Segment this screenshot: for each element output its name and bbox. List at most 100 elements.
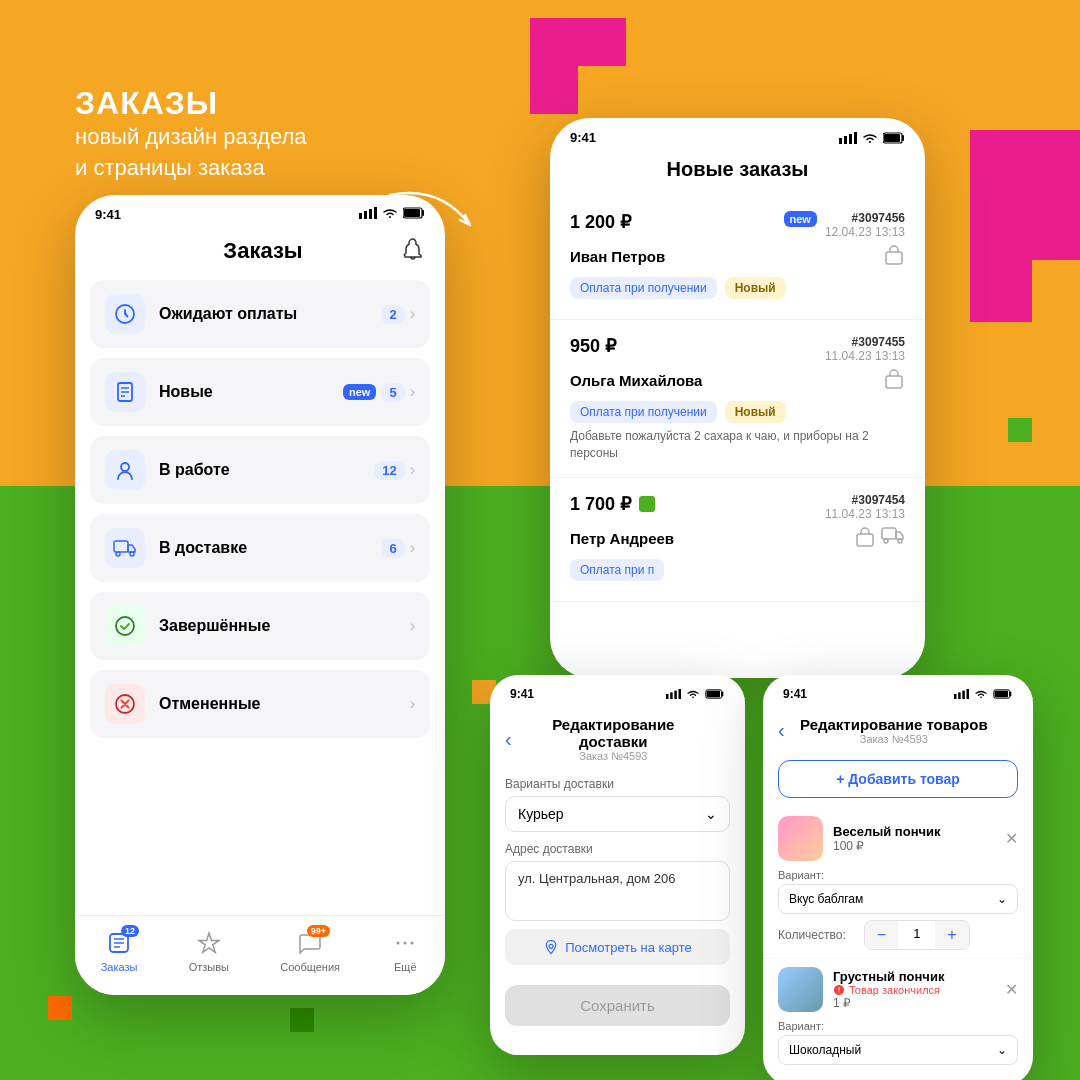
svg-point-11 bbox=[121, 463, 129, 471]
qty-row-1: Количество: − 1 + bbox=[778, 920, 1018, 950]
badge-waiting: 2 bbox=[381, 305, 404, 324]
tab-orders[interactable]: 12 Заказы bbox=[101, 929, 138, 973]
product-name-2: Грустный пончик bbox=[833, 969, 995, 984]
chevron-done: › bbox=[410, 617, 415, 635]
svg-point-21 bbox=[397, 941, 400, 944]
svg-rect-2 bbox=[369, 209, 372, 219]
bag-icon-2 bbox=[883, 368, 905, 393]
tag-payment-1: Оплата при получении bbox=[570, 277, 717, 299]
status-bar-2: 9:41 bbox=[550, 118, 925, 150]
status-time-1: 9:41 bbox=[95, 207, 121, 222]
tab-messages[interactable]: 99+ Сообщения bbox=[280, 929, 340, 973]
doc-icon-bg bbox=[105, 372, 145, 412]
tab-messages-icon: 99+ bbox=[296, 929, 324, 957]
delivery-select[interactable]: Курьер ⌄ bbox=[505, 796, 730, 832]
badge-delivery: 6 bbox=[381, 539, 404, 558]
tab-more[interactable]: Ещё bbox=[391, 929, 419, 973]
order-card-2[interactable]: 950 ₽ #3097455 11.04.23 13:13 Ольга Миха… bbox=[550, 320, 925, 478]
order-comment-2: Добавьте пожалуйста 2 сахара к чаю, и пр… bbox=[570, 428, 905, 462]
arrow-icon bbox=[380, 175, 500, 259]
add-product-button[interactable]: + Добавить товар bbox=[778, 760, 1018, 798]
status-time-3: 9:41 bbox=[510, 687, 534, 701]
phone4-title-block: Редактирование товаров Заказ №4593 bbox=[790, 716, 998, 745]
tab-reviews-label: Отзывы bbox=[189, 961, 229, 973]
map-button[interactable]: Посмотреть на карте bbox=[505, 929, 730, 965]
order-name-3: Петр Андреев bbox=[570, 526, 905, 551]
order-card-1[interactable]: 1 200 ₽ new #3097456 12.04.23 13:13 Иван… bbox=[550, 196, 925, 320]
pixel-green-1 bbox=[1008, 418, 1032, 442]
phone-edit-products: 9:41 ‹ Редактирование товаров Заказ №459… bbox=[763, 675, 1033, 1080]
out-of-stock-label: Товар закончился bbox=[849, 984, 940, 996]
svg-rect-1 bbox=[364, 211, 367, 219]
back-button-4[interactable]: ‹ bbox=[778, 719, 785, 742]
address-textarea[interactable]: ул. Центральная, дом 206 bbox=[505, 861, 730, 921]
svg-rect-45 bbox=[962, 691, 965, 699]
tag-payment-2: Оплата при получении bbox=[570, 401, 717, 423]
order-name-1: Иван Петров bbox=[570, 244, 905, 269]
product-item-2: Грустный пончик Товар закончился 1 ₽ ✕ В… bbox=[763, 959, 1033, 1080]
product-avatar-1 bbox=[778, 816, 823, 861]
svg-rect-37 bbox=[670, 692, 673, 699]
phone4-title: Редактирование товаров bbox=[790, 716, 998, 733]
qty-label-1: Количество: bbox=[778, 928, 846, 942]
category-done[interactable]: Завершённые › bbox=[90, 592, 430, 660]
qty-control-1: − 1 + bbox=[864, 920, 970, 950]
status-bar-3: 9:41 bbox=[490, 675, 745, 706]
category-cancelled-label: Отмененные bbox=[159, 695, 410, 713]
category-done-label: Завершённые bbox=[159, 617, 410, 635]
phone-orders-list: 9:41 Заказы Ожидают оплаты 2 bbox=[75, 195, 445, 995]
phone-new-orders: 9:41 Новые заказы 1 200 ₽ new #3097456 1… bbox=[550, 118, 925, 678]
clock-icon-bg bbox=[105, 294, 145, 334]
category-waiting-payment[interactable]: Ожидают оплаты 2 › bbox=[90, 280, 430, 348]
tab-reviews-icon bbox=[195, 929, 223, 957]
pixel-pink-r3 bbox=[1032, 198, 1080, 260]
category-new[interactable]: Новые new 5 › bbox=[90, 358, 430, 426]
new-orders-title: Новые заказы bbox=[550, 150, 925, 196]
header-title-regular: новый дизайн раздела и страницы заказа bbox=[75, 122, 307, 184]
pixel-pink-2 bbox=[530, 66, 578, 114]
svg-rect-24 bbox=[839, 138, 842, 144]
variant-select-2[interactable]: Шоколадный ⌄ bbox=[778, 1035, 1018, 1065]
back-button-3[interactable]: ‹ bbox=[505, 728, 512, 751]
category-delivery[interactable]: В доставке 6 › bbox=[90, 514, 430, 582]
badge-work: 12 bbox=[374, 461, 404, 480]
product-close-1[interactable]: ✕ bbox=[1005, 829, 1018, 848]
phone3-title: Редактирование доставки bbox=[517, 716, 710, 750]
svg-rect-31 bbox=[886, 376, 902, 388]
category-new-label: Новые bbox=[159, 383, 343, 401]
select-chevron-1: ⌄ bbox=[997, 892, 1007, 906]
svg-rect-46 bbox=[967, 689, 970, 699]
phone3-title-block: Редактирование доставки Заказ №4593 bbox=[517, 716, 710, 762]
tag-status-2: Новый bbox=[725, 401, 786, 423]
pixel-pink-3 bbox=[578, 18, 626, 66]
phone1-title: Заказы bbox=[125, 238, 401, 264]
category-in-work[interactable]: В работе 12 › bbox=[90, 436, 430, 504]
svg-rect-0 bbox=[359, 213, 362, 219]
truck-icon-3 bbox=[881, 526, 905, 551]
header-title-bold: ЗАКАЗЫ bbox=[75, 85, 307, 122]
category-cancelled[interactable]: Отмененные › bbox=[90, 670, 430, 738]
qty-plus-1[interactable]: + bbox=[935, 921, 968, 949]
phone3-header: ‹ Редактирование доставки Заказ №4593 bbox=[490, 706, 745, 767]
green-dot-3 bbox=[639, 496, 655, 512]
truck-icon-bg bbox=[105, 528, 145, 568]
category-waiting-label: Ожидают оплаты bbox=[159, 305, 381, 323]
qty-minus-1[interactable]: − bbox=[865, 921, 898, 949]
save-button[interactable]: Сохранить bbox=[505, 985, 730, 1026]
svg-point-14 bbox=[130, 552, 134, 556]
product-close-2[interactable]: ✕ bbox=[1005, 980, 1018, 999]
order-top-2: 950 ₽ #3097455 11.04.23 13:13 bbox=[570, 335, 905, 363]
category-delivery-label: В доставке bbox=[159, 539, 381, 557]
svg-rect-33 bbox=[882, 528, 896, 539]
variant-label-1: Вариант: bbox=[778, 869, 1018, 881]
tag-status-1: Новый bbox=[725, 277, 786, 299]
signal-icon bbox=[359, 207, 377, 222]
tab-reviews[interactable]: Отзывы bbox=[189, 929, 229, 973]
order-card-3[interactable]: 1 700 ₽ #3097454 11.04.23 13:13 Петр Анд… bbox=[550, 478, 925, 602]
variant-select-1[interactable]: Вкус баблгам ⌄ bbox=[778, 884, 1018, 914]
status-icons-3 bbox=[666, 689, 725, 699]
svg-rect-32 bbox=[857, 534, 873, 546]
phone-edit-delivery: 9:41 ‹ Редактирование доставки Заказ №45… bbox=[490, 675, 745, 1055]
order-meta-1: #3097456 12.04.23 13:13 bbox=[825, 211, 905, 239]
product-avatar-2 bbox=[778, 967, 823, 1012]
